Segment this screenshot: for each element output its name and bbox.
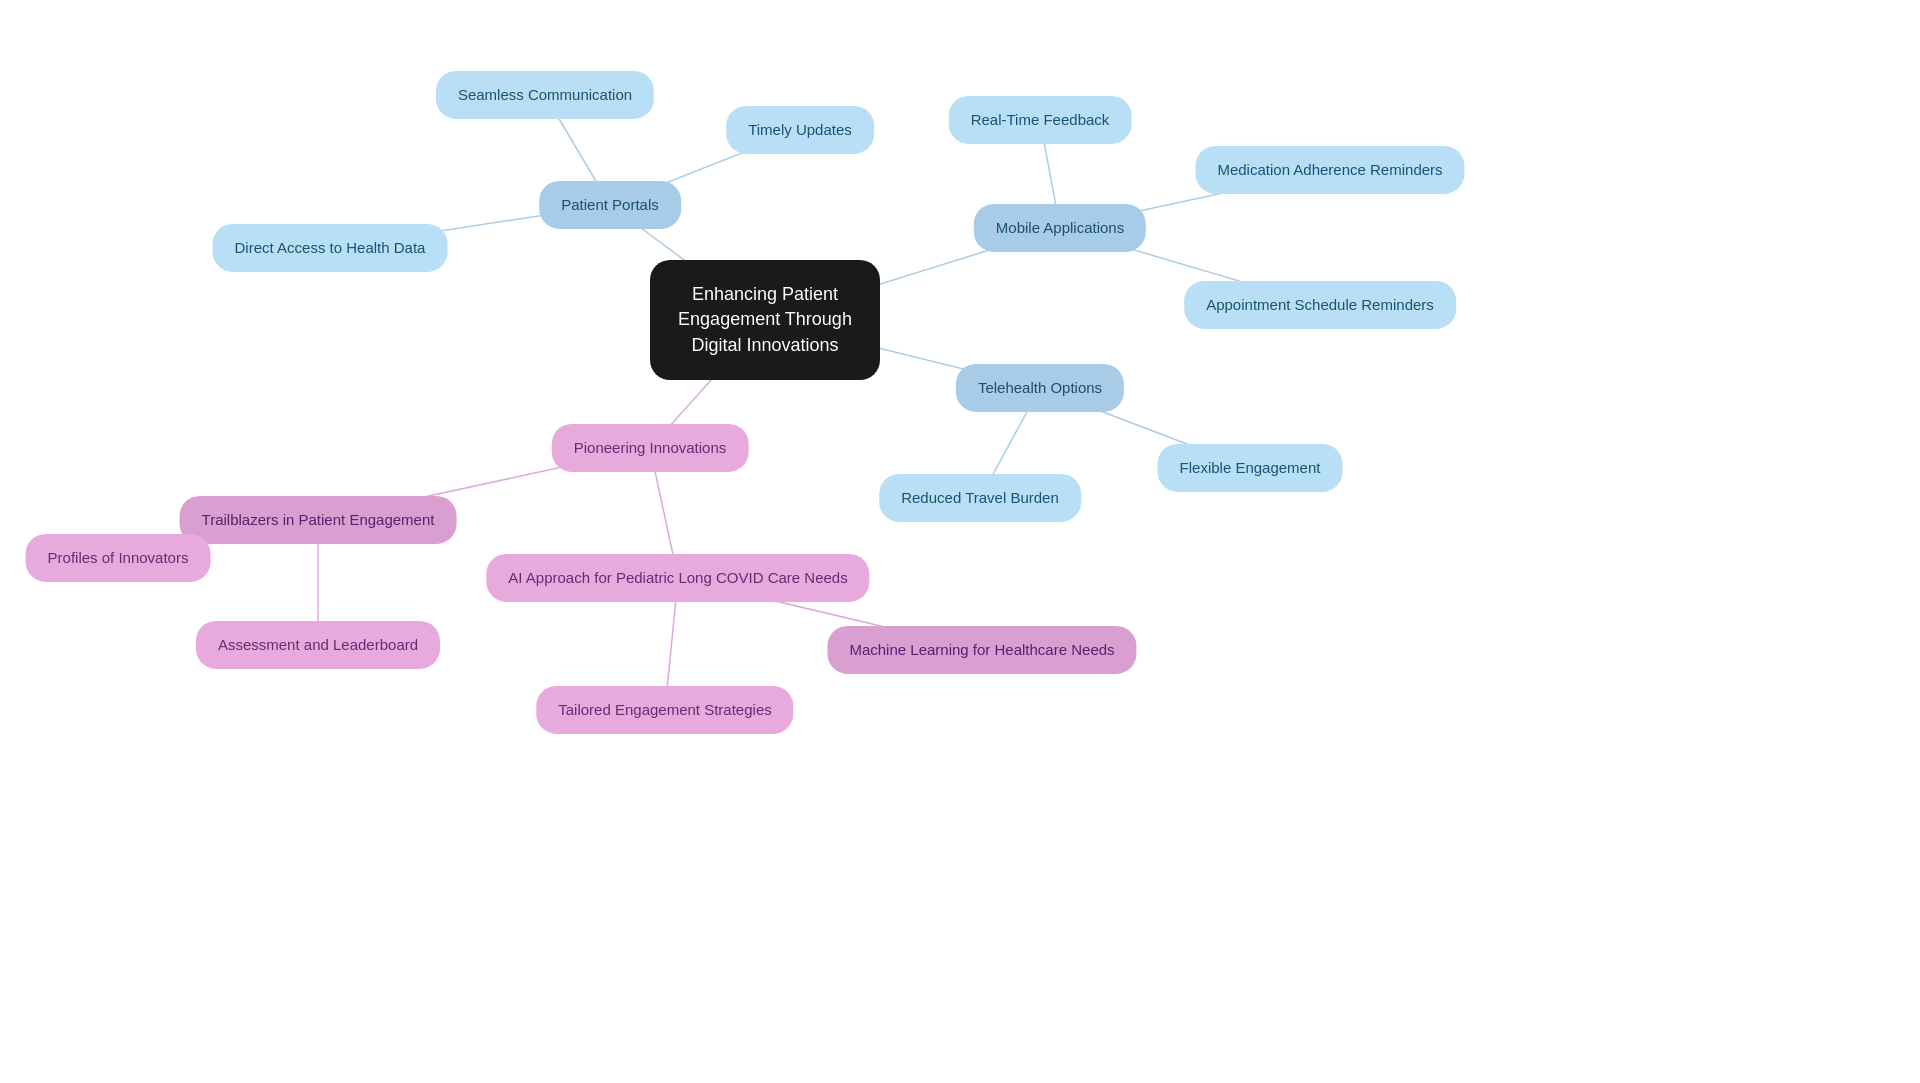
appointment-schedule-node: Appointment Schedule Reminders <box>1184 281 1456 329</box>
profiles-innovators-node: Profiles of Innovators <box>26 534 211 582</box>
real-time-feedback-node: Real-Time Feedback <box>949 96 1132 144</box>
tailored-engagement-node: Tailored Engagement Strategies <box>536 686 793 734</box>
patient-portals-node: Patient Portals <box>539 181 681 229</box>
trailblazers-node: Trailblazers in Patient Engagement <box>180 496 457 544</box>
telehealth-options-node: Telehealth Options <box>956 364 1124 412</box>
central-node: Enhancing Patient Engagement Through Dig… <box>650 260 880 380</box>
medication-adherence-node: Medication Adherence Reminders <box>1195 146 1464 194</box>
mindmap-canvas: Enhancing Patient Engagement Through Dig… <box>0 0 1920 1083</box>
assessment-leaderboard-node: Assessment and Leaderboard <box>196 621 440 669</box>
ai-approach-node: AI Approach for Pediatric Long COVID Car… <box>486 554 869 602</box>
reduced-travel-node: Reduced Travel Burden <box>879 474 1081 522</box>
timely-updates-node: Timely Updates <box>726 106 874 154</box>
direct-access-node: Direct Access to Health Data <box>213 224 448 272</box>
machine-learning-node: Machine Learning for Healthcare Needs <box>827 626 1136 674</box>
seamless-communication-node: Seamless Communication <box>436 71 654 119</box>
flexible-engagement-node: Flexible Engagement <box>1158 444 1343 492</box>
mobile-applications-node: Mobile Applications <box>974 204 1146 252</box>
pioneering-innovations-node: Pioneering Innovations <box>552 424 749 472</box>
